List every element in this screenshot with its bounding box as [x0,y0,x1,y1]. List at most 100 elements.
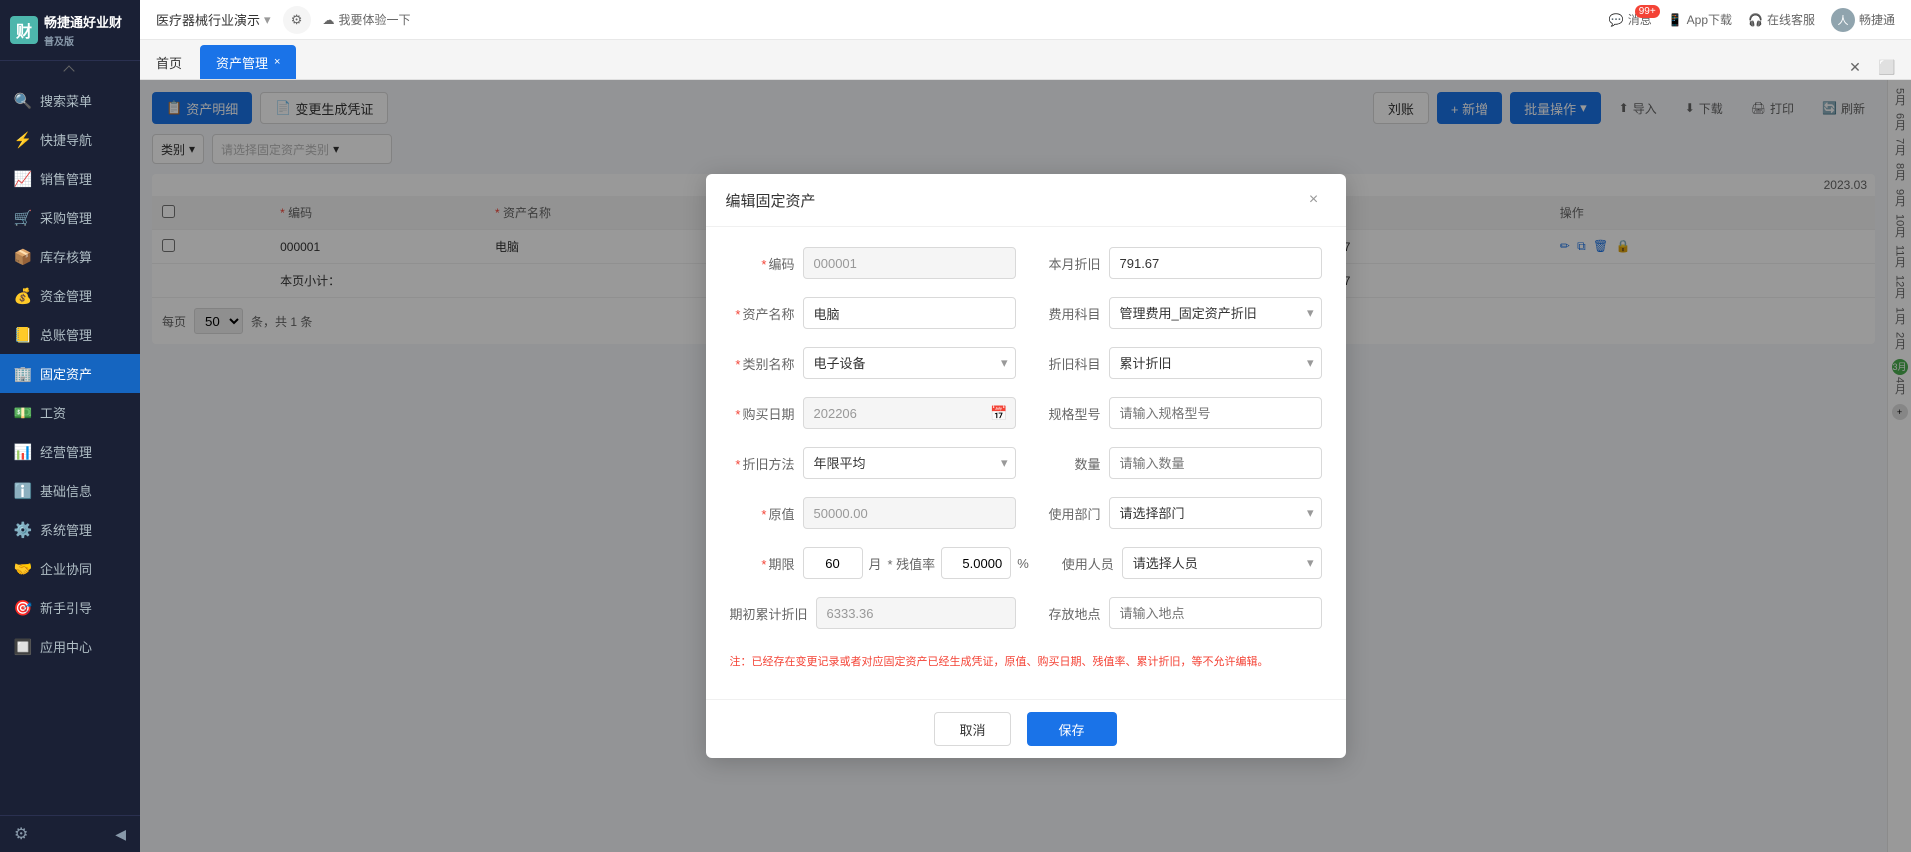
period-inline: 月 * 残值率 % [803,547,1029,579]
close-tab-icon[interactable]: × [274,56,280,68]
dep-subject-label: 折旧科目 [1036,354,1101,373]
dep-method-select[interactable]: 年限平均 [803,447,1016,479]
user-select[interactable]: 请选择人员 [1122,547,1322,579]
sidebar-item-purchase[interactable]: 🛒 采购管理 [0,198,140,237]
avatar: 人 [1831,8,1855,32]
monthly-depreciation-group: 本月折旧 [1036,247,1322,279]
sidebar-item-basic-info[interactable]: ℹ️ 基础信息 [0,471,140,510]
operations-icon: 📊 [14,443,32,461]
username-label: 畅捷通 [1859,11,1895,28]
initial-accum-label: 期初累计折旧 [730,604,808,623]
logo-icon: 财 [10,16,38,44]
spec-model-input[interactable] [1109,397,1322,429]
category-wrap: 电子设备 ▾ [803,347,1016,379]
company-selector[interactable]: 医疗器械行业演示 ▾ [156,10,271,29]
sidebar-item-search[interactable]: 🔍 搜索菜单 [0,81,140,120]
form-row-2: *资产名称 费用科目 管理费用_固定资产折旧 ▾ [730,297,1322,329]
window-maximize-btn[interactable]: ⬜ [1875,55,1899,79]
message-badge: 99+ [1635,5,1660,18]
user-btn[interactable]: 人 畅捷通 [1831,8,1895,32]
residual-rate-input[interactable] [941,547,1011,579]
system-icon: ⚙️ [14,521,32,539]
save-button[interactable]: 保存 [1027,712,1117,746]
sidebar-item-newcomer[interactable]: 🎯 新手引导 [0,588,140,627]
modal-body: *编码 本月折旧 *资产名称 [706,227,1346,699]
dep-method-label: *折旧方法 [730,454,795,473]
tab-home[interactable]: 首页 [140,45,198,79]
collapse-icon[interactable]: ◀ [115,826,126,843]
calendar-icon[interactable]: 📅 [990,405,1007,422]
sidebar-item-label: 快捷导航 [40,130,92,149]
code-label: *编码 [730,254,795,273]
sidebar-item-operations[interactable]: 📊 经营管理 [0,432,140,471]
form-row-3: *类别名称 电子设备 ▾ 折旧科目 [730,347,1322,379]
purchase-date-input[interactable] [803,397,1016,429]
dep-subject-select[interactable]: 累计折旧 [1109,347,1322,379]
app-edition: 普及版 [44,33,122,48]
monthly-dep-input[interactable] [1109,247,1322,279]
newcomer-icon: 🎯 [14,599,32,617]
sidebar-item-fixed-assets[interactable]: 🏢 固定资产 [0,354,140,393]
modal-overlay: 编辑固定资产 × *编码 本月折旧 [140,80,1911,852]
sidebar-item-enterprise[interactable]: 🤝 企业协同 [0,549,140,588]
experience-btn[interactable]: ☁ 我要体验一下 [323,11,411,28]
cancel-button[interactable]: 取消 [934,712,1010,746]
department-select[interactable]: 请选择部门 [1109,497,1322,529]
expense-subject-wrap: 管理费用_固定资产折旧 ▾ [1109,297,1322,329]
app-download-label: App下载 [1687,11,1732,28]
sidebar-item-funds[interactable]: 💰 资金管理 [0,276,140,315]
user-wrap: 请选择人员 ▾ [1122,547,1322,579]
purchase-date-label: *购买日期 [730,404,795,423]
form-row-5: *折旧方法 年限平均 ▾ 数量 [730,447,1322,479]
experience-label: 我要体验一下 [339,11,411,28]
location-group: 存放地点 [1036,597,1322,629]
department-label: 使用部门 [1036,504,1101,523]
window-close-btn[interactable]: ✕ [1843,55,1867,79]
initial-accum-input[interactable] [816,597,1016,629]
form-row-1: *编码 本月折旧 [730,247,1322,279]
inventory-icon: 📦 [14,248,32,266]
sidebar-item-label: 库存核算 [40,247,92,266]
funds-icon: 💰 [14,287,32,305]
sidebar-item-label: 新手引导 [40,598,92,617]
main-area: 医疗器械行业演示 ▾ ⚙ ☁ 我要体验一下 💬 消息 99+ 📱 App下载 🎧… [140,0,1911,852]
period-input[interactable] [803,547,863,579]
expense-subject-group: 费用科目 管理费用_固定资产折旧 ▾ [1036,297,1322,329]
sidebar-item-label: 搜索菜单 [40,91,92,110]
edit-asset-modal: 编辑固定资产 × *编码 本月折旧 [706,174,1346,758]
sidebar-item-sales[interactable]: 📈 销售管理 [0,159,140,198]
window-controls: ✕ ⬜ [1843,55,1911,79]
app-download-btn[interactable]: 📱 App下载 [1668,11,1732,28]
message-icon: 💬 [1609,13,1624,27]
search-icon: 🔍 [14,92,32,110]
sidebar-item-inventory[interactable]: 📦 库存核算 [0,237,140,276]
code-input[interactable] [803,247,1016,279]
sidebar-item-ledger[interactable]: 📒 总账管理 [0,315,140,354]
location-label: 存放地点 [1036,604,1101,623]
location-input[interactable] [1109,597,1322,629]
settings-button[interactable]: ⚙ [283,6,311,34]
message-btn[interactable]: 💬 消息 99+ [1609,11,1652,28]
sidebar-item-payroll[interactable]: 💵 工资 [0,393,140,432]
home-tab-label: 首页 [156,53,182,72]
service-btn[interactable]: 🎧 在线客服 [1748,11,1815,28]
quantity-input[interactable] [1109,447,1322,479]
sidebar-item-app-center[interactable]: 🔲 应用中心 [0,627,140,666]
expense-subject-select[interactable]: 管理费用_固定资产折旧 [1109,297,1322,329]
period-unit: 月 [869,554,882,573]
fixed-assets-icon: 🏢 [14,365,32,383]
original-value-input[interactable] [803,497,1016,529]
settings-icon[interactable]: ⚙ [14,824,28,844]
category-select[interactable]: 电子设备 [803,347,1016,379]
tab-asset-management[interactable]: 资产管理 × [200,45,296,79]
quantity-label: 数量 [1036,454,1101,473]
quantity-group: 数量 [1036,447,1322,479]
sidebar-item-quick-nav[interactable]: ⚡ 快捷导航 [0,120,140,159]
sidebar-item-label: 基础信息 [40,481,92,500]
asset-name-input[interactable] [803,297,1016,329]
phone-icon: 📱 [1668,13,1683,27]
modal-close-btn[interactable]: × [1302,188,1326,212]
spec-model-group: 规格型号 [1036,397,1322,429]
expense-subject-label: 费用科目 [1036,304,1101,323]
sidebar-item-system[interactable]: ⚙️ 系统管理 [0,510,140,549]
